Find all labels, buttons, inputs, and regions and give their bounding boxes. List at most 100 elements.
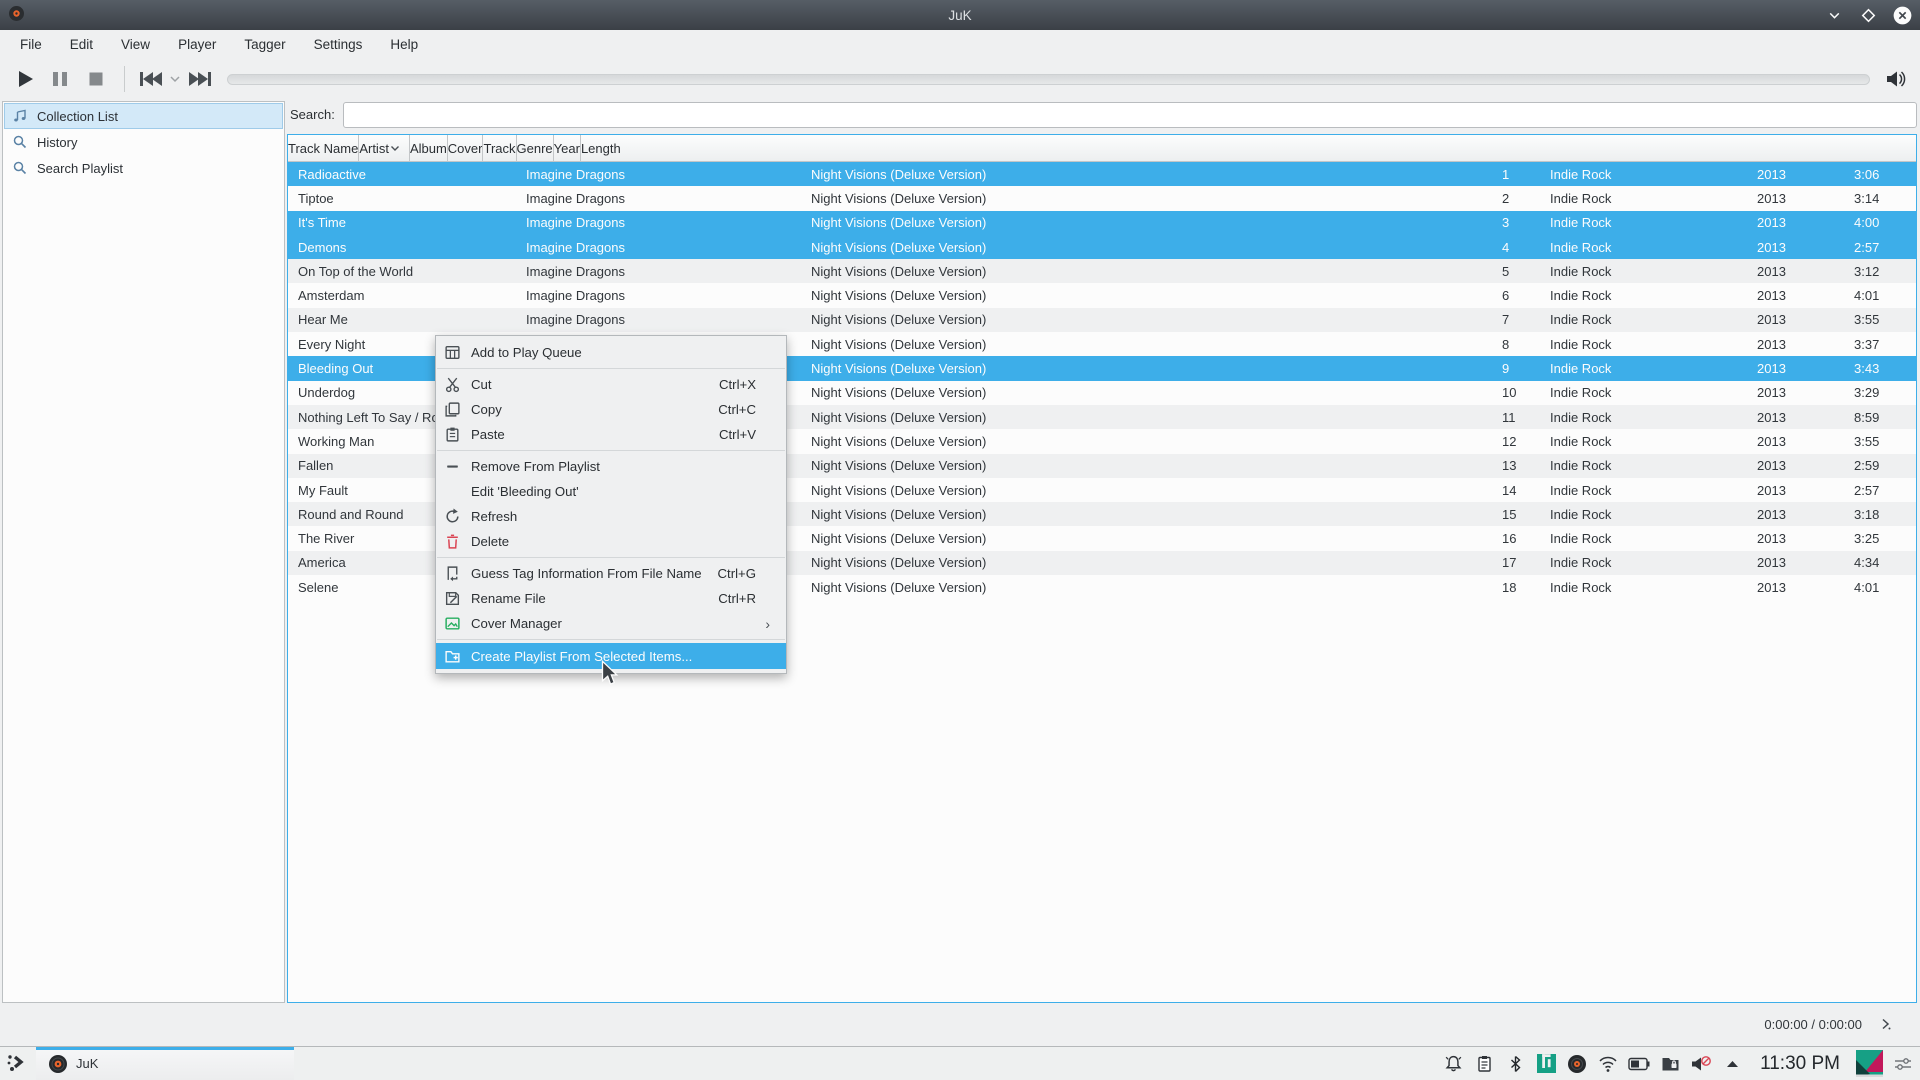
next-track-button[interactable] [183,62,217,96]
play-button[interactable] [8,62,42,96]
pause-button[interactable] [42,62,78,96]
column-header[interactable]: Track Name [288,135,360,161]
seek-slider[interactable] [227,73,1870,85]
statusbar-expand-chevron-icon[interactable] [1878,1017,1892,1031]
bluetooth-icon[interactable] [1504,1052,1526,1076]
column-header[interactable]: Track [483,135,517,161]
track-row[interactable]: Amsterdam Imagine Dragons Night Visions … [288,283,1916,308]
column-header[interactable]: Album [410,135,448,161]
sidebar-item[interactable]: History [4,129,283,155]
previous-track-button[interactable] [135,62,167,96]
track-row[interactable]: Demons Imagine Dragons Night Visions (De… [288,234,1916,260]
volume-muted-icon[interactable] [1690,1052,1712,1076]
search-input[interactable] [342,101,1917,128]
genre-cell: Indie Rock [1550,312,1612,328]
menu-item-shortcut: Ctrl+R [718,591,756,606]
length-cell: 4:01 [1854,288,1880,304]
menubar-item[interactable]: Tagger [230,30,299,59]
context-menu-item[interactable]: › [437,557,785,558]
artist-cell: Imagine Dragons [526,239,625,255]
playlist-icon [12,108,28,124]
battery-icon[interactable] [1628,1052,1650,1076]
toolbar [0,59,1920,99]
year-cell: 2013 [1757,215,1786,231]
genre-cell: Indie Rock [1550,190,1612,206]
year-cell: 2013 [1757,482,1786,498]
display-colors-icon[interactable] [1855,1050,1883,1077]
track-number-cell: 12 [1502,433,1517,449]
context-menu-item[interactable]: Remove From Playlist › [436,454,786,479]
taskbar-task-juk[interactable]: JuK [36,1047,294,1080]
genre-cell: Indie Rock [1550,409,1612,425]
context-menu-item[interactable]: › [437,368,785,369]
sidebar-item[interactable]: Collection List [4,103,283,129]
context-menu-item[interactable]: Guess Tag Information From File Name › C… [436,561,786,586]
context-menu-item[interactable]: Refresh › [436,504,786,529]
menu-item-icon [444,590,461,607]
context-menu-item[interactable]: Copy › Ctrl+C [436,397,786,422]
menubar-item[interactable]: Player [164,30,230,59]
length-cell: 3:55 [1854,433,1880,449]
system-tray: 11:30 PM [1442,1050,1920,1077]
track-row[interactable]: It's Time Imagine Dragons Night Visions … [288,210,1916,235]
context-menu-item[interactable]: Delete › [436,529,786,554]
context-menu-item[interactable]: Cover Manager › [436,611,786,636]
column-header[interactable]: Genre [517,135,554,161]
genre-cell: Indie Rock [1550,336,1612,352]
column-header[interactable]: Cover [448,135,484,161]
menu-item-icon [444,376,461,393]
track-number-cell: 9 [1502,361,1510,377]
menubar-item[interactable]: File [6,30,56,59]
stop-button[interactable] [78,62,114,96]
column-header[interactable]: Length [581,135,621,161]
close-button[interactable] [1892,5,1912,25]
track-row[interactable]: On Top of the World Imagine Dragons Nigh… [288,259,1916,284]
juk-tray-record-icon[interactable] [1566,1052,1588,1076]
minimize-button[interactable] [1824,5,1844,25]
clock[interactable]: 11:30 PM [1760,1053,1840,1075]
track-number-cell: 17 [1502,555,1517,571]
track-row[interactable]: Tiptoe Imagine Dragons Night Visions (De… [288,186,1916,211]
maximize-button[interactable] [1858,5,1878,25]
track-row[interactable]: Hear Me Imagine Dragons Night Visions (D… [288,307,1916,333]
volume-icon[interactable] [1882,62,1910,96]
length-cell: 3:37 [1854,336,1880,352]
menubar-item[interactable]: Settings [300,30,377,59]
tray-expand-chevron-up-icon[interactable] [1721,1052,1743,1076]
length-cell: 8:59 [1854,409,1880,425]
clipboard-icon[interactable] [1473,1052,1495,1076]
titlebar[interactable]: JuK [0,0,1920,30]
menubar-item[interactable]: Help [376,30,432,59]
vault-icon[interactable] [1659,1052,1681,1076]
track-name-cell: Hear Me [298,312,348,328]
context-menu-item[interactable]: › [437,639,785,640]
year-cell: 2013 [1757,361,1786,377]
menubar-item[interactable]: View [107,30,164,59]
track-row[interactable]: Radioactive Imagine Dragons Night Vision… [288,162,1916,187]
sidebar-item[interactable]: Search Playlist [4,155,283,181]
sliders-icon[interactable] [1892,1052,1914,1076]
menu-item-shortcut: Ctrl+V [718,427,756,442]
menu-item-icon [444,344,461,361]
genre-cell: Indie Rock [1550,458,1612,474]
context-menu-item[interactable]: Add to Play Queue › [436,340,786,365]
context-menu-item[interactable]: › [437,450,785,451]
context-menu-item[interactable]: Paste › Ctrl+V [436,422,786,447]
context-menu-item[interactable]: Edit 'Bleeding Out' › [436,479,786,504]
menubar-item[interactable]: Edit [56,30,107,59]
year-cell: 2013 [1757,458,1786,474]
column-header[interactable]: Artist [359,135,410,161]
context-menu-item[interactable]: Rename File › Ctrl+R [436,586,786,611]
statusbar: 0:00:00 / 0:00:00 [0,1003,1920,1045]
wifi-icon[interactable] [1597,1052,1619,1076]
previous-dropdown-chevron-icon[interactable] [167,62,183,96]
track-number-cell: 4 [1502,239,1510,255]
notifications-bell-icon[interactable] [1442,1052,1464,1076]
context-menu-item[interactable]: Cut › Ctrl+X [436,372,786,397]
column-header[interactable]: Year [554,135,581,161]
track-number-cell: 10 [1502,385,1517,401]
app-launcher-icon[interactable] [0,1047,34,1080]
playlist-icon [12,160,28,176]
album-cell: Night Visions (Deluxe Version) [811,482,987,498]
manjaro-icon[interactable] [1535,1052,1557,1076]
